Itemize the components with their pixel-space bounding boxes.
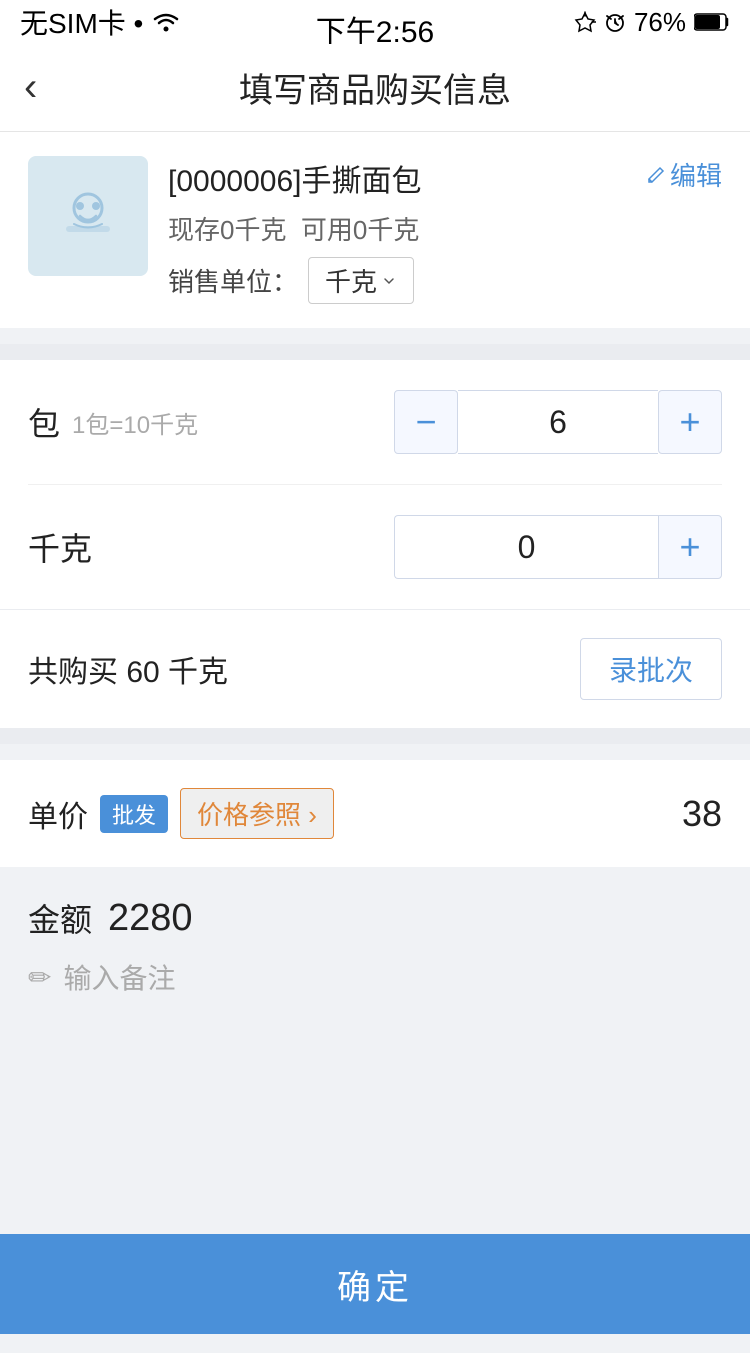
status-right: 76% xyxy=(574,7,730,38)
price-section: 单价 批发 价格参照 › 38 xyxy=(0,760,750,867)
bag-decrease-button[interactable]: − xyxy=(394,390,458,454)
kg-quantity-input[interactable] xyxy=(394,515,658,579)
separator-2 xyxy=(0,728,750,744)
carrier-text: 无SIM卡 • xyxy=(20,2,143,42)
separator-1 xyxy=(0,344,750,360)
bag-increase-button[interactable]: + xyxy=(658,390,722,454)
amount-label: 金额 xyxy=(28,895,92,941)
amount-row: 金额 2280 xyxy=(28,895,722,941)
batch-button[interactable]: 录批次 xyxy=(580,638,722,700)
bag-label: 包 1包=10千克 xyxy=(28,399,198,445)
kg-quantity-controls: + xyxy=(394,515,722,579)
remark-row[interactable]: ✏ 输入备注 xyxy=(28,957,722,997)
back-button[interactable]: ‹ xyxy=(24,65,37,110)
unit-select[interactable]: 千克 xyxy=(308,257,414,304)
total-text: 共购买 60 千克 xyxy=(28,647,228,691)
product-stock: 现存0千克 可用0千克 xyxy=(168,210,722,247)
product-name-row: [0000006]手撕面包 编辑 xyxy=(168,156,722,200)
location-icon xyxy=(574,11,596,33)
product-card: [0000006]手撕面包 编辑 现存0千克 可用0千克 销售单位： 千克 xyxy=(0,132,750,328)
price-tag: 批发 xyxy=(100,795,168,833)
edit-button[interactable]: 编辑 xyxy=(646,156,722,193)
wifi-icon xyxy=(151,11,181,33)
product-info: [0000006]手撕面包 编辑 现存0千克 可用0千克 销售单位： 千克 xyxy=(168,156,722,304)
status-carrier: 无SIM卡 • xyxy=(20,2,181,42)
product-unit-row: 销售单位： 千克 xyxy=(168,257,722,304)
product-logo xyxy=(58,186,118,246)
total-row: 共购买 60 千克 录批次 xyxy=(0,609,750,728)
kg-quantity-row: 千克 + xyxy=(28,485,722,609)
kg-increase-button[interactable]: + xyxy=(658,515,722,579)
confirm-button[interactable]: 确定 xyxy=(0,1234,750,1334)
product-image xyxy=(28,156,148,276)
alarm-icon xyxy=(604,11,626,33)
product-name: [0000006]手撕面包 xyxy=(168,156,421,200)
edit-icon xyxy=(646,165,666,185)
kg-label: 千克 xyxy=(28,524,92,570)
amount-value: 2280 xyxy=(108,897,193,940)
nav-bar: ‹ 填写商品购买信息 xyxy=(0,44,750,132)
amount-section: 金额 2280 ✏ 输入备注 xyxy=(0,867,750,1013)
bag-quantity-row: 包 1包=10千克 − + xyxy=(28,360,722,485)
price-value: 38 xyxy=(682,793,722,835)
price-ref-button[interactable]: 价格参照 › xyxy=(180,788,334,839)
bag-hint: 1包=10千克 xyxy=(72,405,198,440)
quantity-section: 包 1包=10千克 − + 千克 + xyxy=(0,360,750,609)
pencil-icon: ✏ xyxy=(28,961,51,994)
battery-percent: 76% xyxy=(634,7,686,38)
chevron-down-icon xyxy=(381,273,397,289)
price-label: 单价 xyxy=(28,792,88,836)
bag-quantity-input[interactable] xyxy=(458,390,658,454)
status-bar: 无SIM卡 • 下午2:56 76% xyxy=(0,0,750,44)
price-label-row: 单价 批发 价格参照 › xyxy=(28,788,334,839)
bag-quantity-controls: − + xyxy=(394,390,722,454)
page-title: 填写商品购买信息 xyxy=(239,63,511,112)
battery-icon xyxy=(694,12,730,32)
remark-placeholder: 输入备注 xyxy=(63,957,175,997)
